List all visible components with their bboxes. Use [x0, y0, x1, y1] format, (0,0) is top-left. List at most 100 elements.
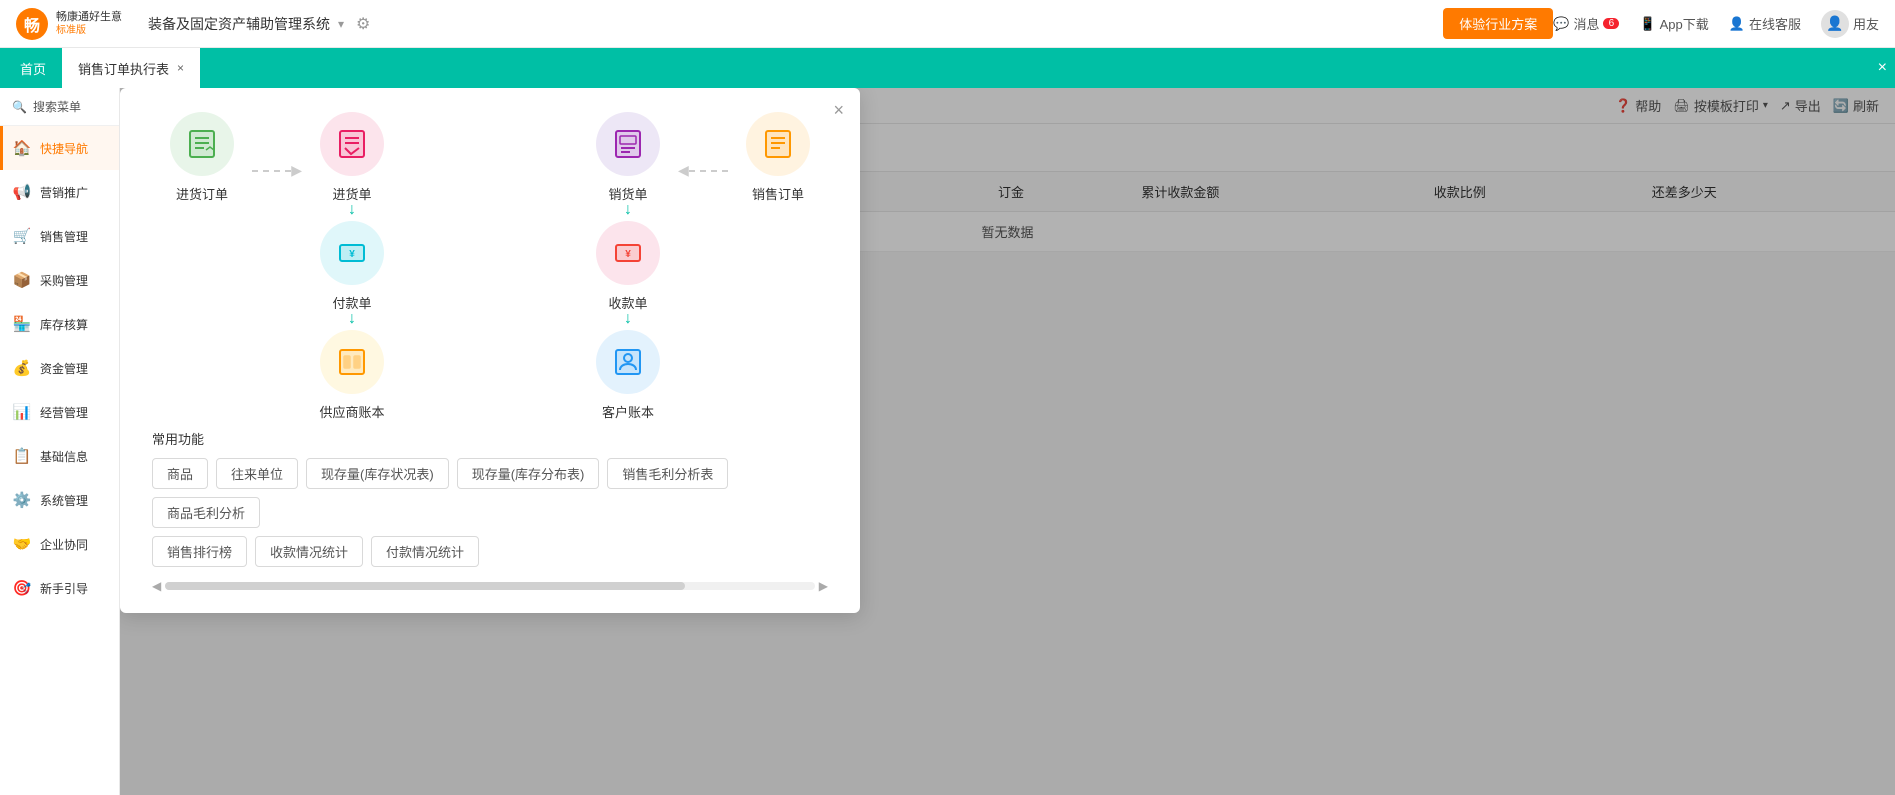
settings-icon[interactable]: ⚙: [356, 14, 370, 34]
flow-row-3: ¥ 付款单 ¥: [152, 221, 828, 312]
purchase-order-circle: [170, 112, 234, 176]
cf-btn-receipt-stats[interactable]: 收款情况统计: [255, 536, 363, 567]
sidebar: 🔍 搜索菜单 🏠 快捷导航 📢 营销推广 🛒 销售管理 📦 采购管理 🏪 库存核…: [0, 88, 120, 795]
scrollbar-right-btn[interactable]: ▶: [819, 579, 828, 593]
cf-btn-sales-margin[interactable]: 销售毛利分析表: [607, 458, 728, 489]
basic-info-icon: 📋: [12, 446, 32, 466]
search-menu-item[interactable]: 🔍 搜索菜单: [0, 88, 119, 126]
flow-node-payment-bill[interactable]: ¥ 付款单: [302, 221, 402, 312]
tab-home[interactable]: 首页: [4, 48, 62, 88]
quick-nav-icon: 🏠: [12, 138, 32, 158]
experience-btn[interactable]: 体验行业方案: [1443, 8, 1553, 39]
sidebar-item-inventory[interactable]: 🏪 库存核算: [0, 302, 119, 346]
message-action[interactable]: 💬 消息 6: [1553, 14, 1619, 33]
down-arrow-3: ↓: [348, 310, 356, 328]
sales-icon: 🛒: [12, 226, 32, 246]
flow-node-sales-order[interactable]: 销售订单: [728, 112, 828, 203]
flow-row-1: 进货订单 ▶: [152, 112, 828, 203]
flow-node-sales-bill[interactable]: 销货单: [578, 112, 678, 203]
cf-btn-goods[interactable]: 商品: [152, 458, 208, 489]
system-label: 系统管理: [40, 492, 88, 509]
sidebar-item-enterprise[interactable]: 🤝 企业协同: [0, 522, 119, 566]
flow-down-2: ↓: [578, 199, 678, 221]
quick-nav-label: 快捷导航: [40, 140, 88, 157]
sidebar-item-system[interactable]: ⚙️ 系统管理: [0, 478, 119, 522]
tab-sales-order[interactable]: 销售订单执行表 ×: [62, 48, 200, 88]
marketing-icon: 📢: [12, 182, 32, 202]
flow-diagram: 进货订单 ▶: [152, 112, 828, 421]
sidebar-item-basic-info[interactable]: 📋 基础信息: [0, 434, 119, 478]
modal-overlay: ×: [120, 88, 1895, 795]
tab-bar-close-btn[interactable]: ×: [1878, 59, 1887, 77]
flow-node-purchase-bill[interactable]: 进货单: [302, 112, 402, 203]
app-download-action[interactable]: 📱 App下载: [1639, 14, 1708, 33]
cf-btn-contacts[interactable]: 往来单位: [216, 458, 298, 489]
user-area[interactable]: 👤 用友: [1821, 10, 1879, 38]
sales-label: 销售管理: [40, 228, 88, 245]
arrow-2: ◀: [678, 162, 728, 179]
scrollbar-left-btn[interactable]: ◀: [152, 579, 161, 593]
system-icon: ⚙️: [12, 490, 32, 510]
sidebar-item-purchase[interactable]: 📦 采购管理: [0, 258, 119, 302]
cf-title: 常用功能: [152, 429, 828, 448]
sidebar-item-marketing[interactable]: 📢 营销推广: [0, 170, 119, 214]
purchase-icon: 📦: [12, 270, 32, 290]
cf-btn-sales-rank[interactable]: 销售排行榜: [152, 536, 247, 567]
user-label: 用友: [1853, 14, 1879, 33]
flow-row-2: ↓ ↓: [152, 199, 828, 221]
flow-down-4: ↓: [578, 308, 678, 330]
payment-circle: ¥: [320, 221, 384, 285]
header-right: 💬 消息 6 📱 App下载 👤 在线客服 👤 用友: [1553, 10, 1879, 38]
message-badge: 6: [1603, 18, 1619, 29]
enterprise-icon: 🤝: [12, 534, 32, 554]
tab-bar: 首页 销售订单执行表 × ×: [0, 48, 1895, 88]
logo-line1: 畅康通好生意: [56, 10, 122, 24]
marketing-label: 营销推广: [40, 184, 88, 201]
inventory-icon: 🏪: [12, 314, 32, 334]
sidebar-item-finance[interactable]: 💰 资金管理: [0, 346, 119, 390]
cf-btn-stock-status[interactable]: 现存量(库存状况表): [306, 458, 449, 489]
customer-circle: [596, 330, 660, 394]
inventory-label: 库存核算: [40, 316, 88, 333]
enterprise-label: 企业协同: [40, 536, 88, 553]
operations-label: 经营管理: [40, 404, 88, 421]
system-title-dropdown[interactable]: ▾: [338, 17, 344, 31]
sidebar-item-quick-nav[interactable]: 🏠 快捷导航: [0, 126, 119, 170]
user-avatar: 👤: [1821, 10, 1849, 38]
logo-text: 畅康通好生意 标准版: [56, 10, 122, 37]
svg-text:¥: ¥: [349, 249, 355, 260]
online-service-label: 在线客服: [1749, 14, 1801, 33]
flow-node-supplier-ledger[interactable]: 供应商账本: [302, 330, 402, 421]
modal-close-btn[interactable]: ×: [833, 100, 844, 121]
scrollbar-track[interactable]: [165, 582, 815, 590]
down-arrow-1: ↓: [348, 201, 356, 219]
flow-down-3: ↓: [302, 308, 402, 330]
flow-row-5: 供应商账本: [152, 330, 828, 421]
flow-node-customer-ledger[interactable]: 客户账本: [578, 330, 678, 421]
top-header: 畅 畅康通好生意 标准版 装备及固定资产辅助管理系统 ▾ ⚙ 体验行业方案 💬 …: [0, 0, 1895, 48]
receipt-circle: ¥: [596, 221, 660, 285]
tab-sales-order-close[interactable]: ×: [177, 61, 184, 75]
online-service-action[interactable]: 👤 在线客服: [1729, 14, 1801, 33]
down-arrow-4: ↓: [624, 310, 632, 328]
purchase-bill-circle: [320, 112, 384, 176]
tab-home-label: 首页: [20, 59, 46, 78]
cf-btn-payment-stats[interactable]: 付款情况统计: [371, 536, 479, 567]
active-bar: [0, 126, 3, 170]
flow-node-purchase-order[interactable]: 进货订单: [152, 112, 252, 203]
supplier-ledger-label: 供应商账本: [319, 402, 384, 421]
common-functions: 常用功能 商品 往来单位 现存量(库存状况表) 现存量(库存分布表) 销售毛利分…: [152, 429, 828, 567]
flow-node-receipt-bill[interactable]: ¥ 收款单: [578, 221, 678, 312]
modal-box: ×: [120, 88, 860, 613]
sidebar-item-operations[interactable]: 📊 经营管理: [0, 390, 119, 434]
cf-btn-stock-dist[interactable]: 现存量(库存分布表): [457, 458, 600, 489]
system-title-area: 装备及固定资产辅助管理系统 ▾ ⚙: [148, 14, 1431, 34]
sidebar-item-sales[interactable]: 🛒 销售管理: [0, 214, 119, 258]
modal-scrollbar: ◀ ▶: [152, 579, 828, 593]
cf-btn-goods-margin[interactable]: 商品毛利分析: [152, 497, 260, 528]
finance-label: 资金管理: [40, 360, 88, 377]
app-download-label: App下载: [1660, 14, 1709, 33]
main-layout: 🔍 搜索菜单 🏠 快捷导航 📢 营销推广 🛒 销售管理 📦 采购管理 🏪 库存核…: [0, 88, 1895, 795]
sidebar-item-newbie[interactable]: 🎯 新手引导: [0, 566, 119, 610]
purchase-label: 采购管理: [40, 272, 88, 289]
